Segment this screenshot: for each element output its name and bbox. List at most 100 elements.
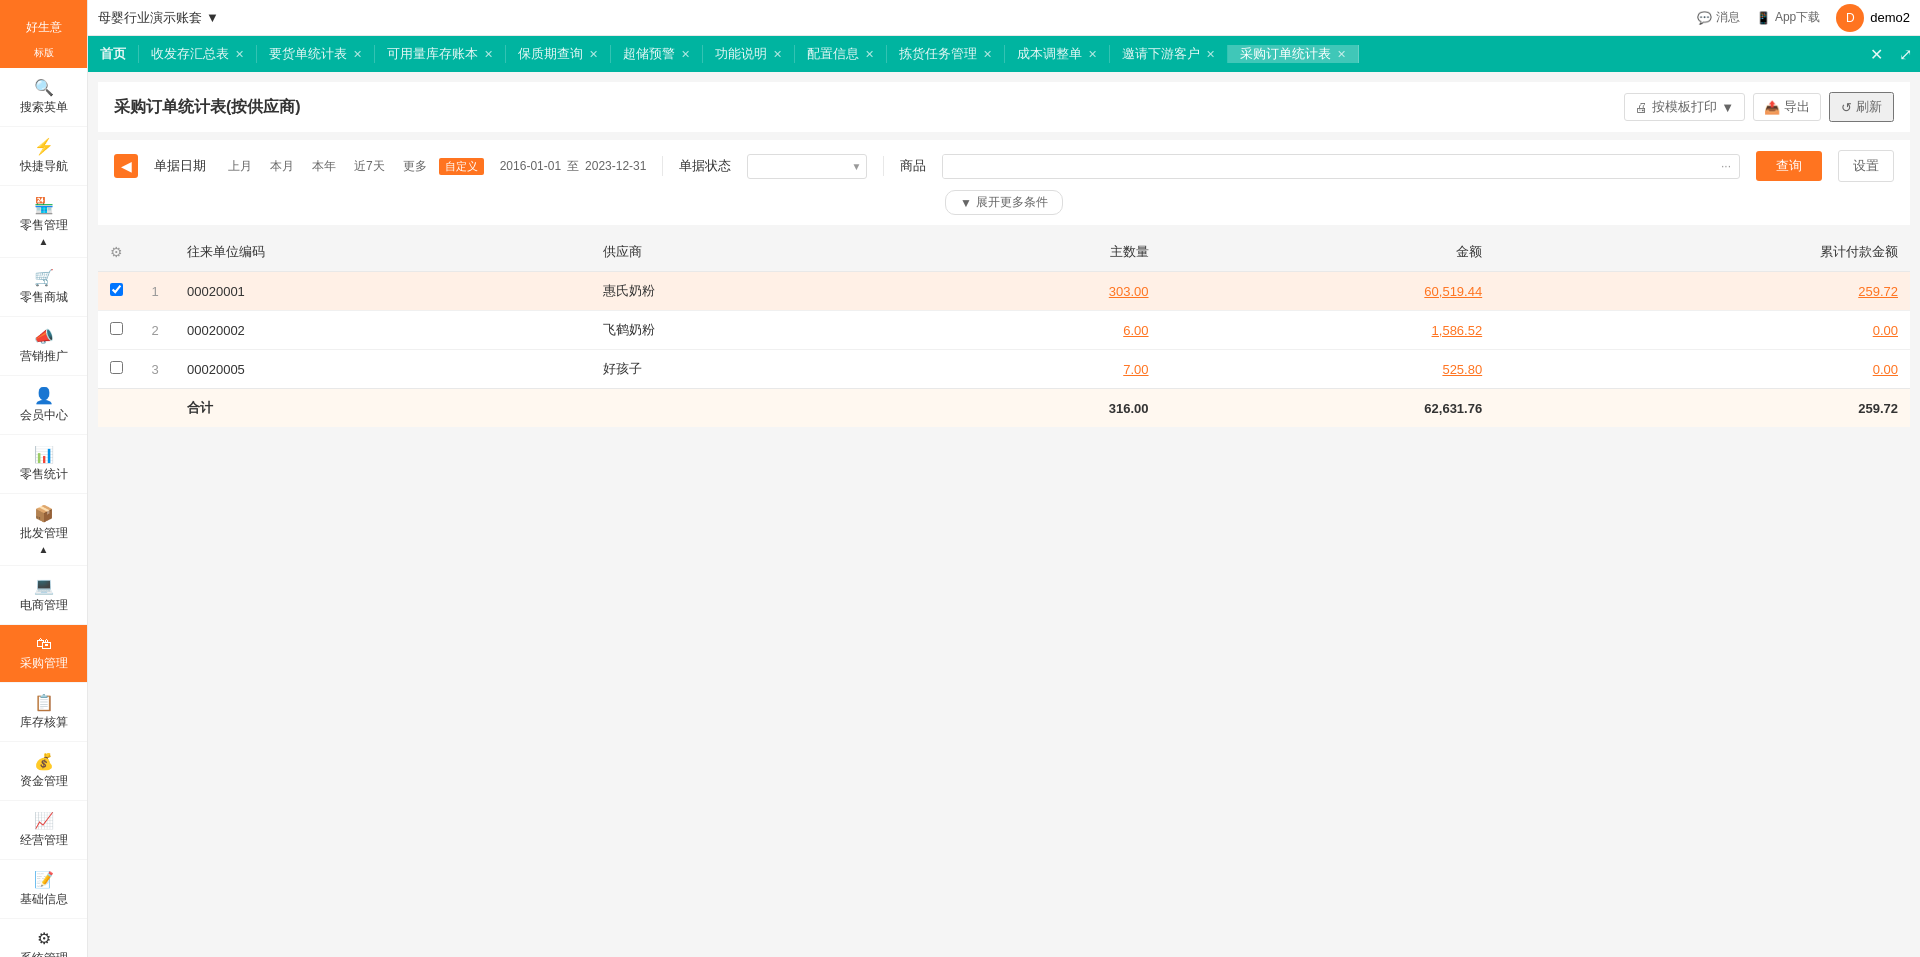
maximize-tab-button[interactable]: ⤢: [1891, 36, 1920, 72]
message-label: 消息: [1716, 9, 1740, 26]
row-main-qty-link[interactable]: 6.00: [1123, 323, 1148, 338]
sidebar-icon-member-center: 👤: [34, 386, 54, 405]
nav-tab-close-pick_task[interactable]: ✕: [983, 48, 992, 61]
message-action[interactable]: 💬 消息: [1697, 9, 1740, 26]
table-row[interactable]: 3 00020005 好孩子 7.00 525.80 0.00: [98, 350, 1910, 389]
user-menu[interactable]: D demo2: [1836, 4, 1910, 32]
shortcut-last-month[interactable]: 上月: [222, 156, 258, 177]
date-to[interactable]: 2023-12-31: [585, 159, 646, 173]
row-unit-code: 00020005: [175, 350, 591, 389]
nav-tab-label-invite_downstream: 邀请下游客户: [1122, 45, 1200, 63]
custom-date-tag[interactable]: 自定义: [439, 158, 484, 175]
sidebar-item-member-center[interactable]: 👤 会员中心: [0, 376, 87, 435]
app-logo[interactable]: 好生意 标版: [0, 0, 87, 68]
shortcut-this-month[interactable]: 本月: [264, 156, 300, 177]
nav-tab-close-warranty_query[interactable]: ✕: [589, 48, 598, 61]
row-paid-amount-link[interactable]: 0.00: [1873, 362, 1898, 377]
nav-tab-close-cost_adjust[interactable]: ✕: [1088, 48, 1097, 61]
sidebar-item-retail-mgmt[interactable]: 🏪 零售管理 ▲: [0, 186, 87, 258]
nav-tab-warranty_query[interactable]: 保质期查询 ✕: [506, 45, 611, 63]
avatar-initials: D: [1846, 11, 1855, 25]
sidebar-icon-marketing: 📣: [34, 327, 54, 346]
sidebar-item-retail-mall[interactable]: 🛒 零售商城: [0, 258, 87, 317]
table-row[interactable]: 1 00020001 惠氏奶粉 303.00 60,519.44 259.72: [98, 272, 1910, 311]
nav-tab-close-invite_downstream[interactable]: ✕: [1206, 48, 1215, 61]
sidebar-item-finance[interactable]: 💰 资金管理: [0, 742, 87, 801]
nav-tab-order_summary[interactable]: 要货单统计表 ✕: [257, 45, 375, 63]
nav-tab-overstock_warning[interactable]: 超储预警 ✕: [611, 45, 703, 63]
sidebar: 好生意 标版 🔍 搜索英单 ⚡ 快捷导航 🏪 零售管理 ▲🛒 零售商城 📣 营销…: [0, 0, 88, 957]
export-button[interactable]: 📤 导出: [1753, 93, 1821, 121]
refresh-button[interactable]: ↺ 刷新: [1829, 92, 1894, 122]
nav-tab-close-inventory_account[interactable]: ✕: [484, 48, 493, 61]
settings-button[interactable]: 设置: [1838, 150, 1894, 182]
nav-tab-close-function_desc[interactable]: ✕: [773, 48, 782, 61]
nav-tab-close-collect_send[interactable]: ✕: [235, 48, 244, 61]
query-button[interactable]: 查询: [1756, 151, 1822, 181]
nav-tab-config_info[interactable]: 配置信息 ✕: [795, 45, 887, 63]
nav-tab-close-overstock_warning[interactable]: ✕: [681, 48, 690, 61]
sidebar-arrow-wholesale-mgmt: ▲: [39, 544, 49, 555]
row-checkbox[interactable]: [98, 311, 135, 350]
sidebar-icon-purchase-mgmt: 🛍: [36, 635, 52, 653]
nav-tab-invite_downstream[interactable]: 邀请下游客户 ✕: [1110, 45, 1228, 63]
sidebar-item-search[interactable]: 🔍 搜索英单: [0, 68, 87, 127]
sidebar-label-ecommerce: 电商管理: [20, 597, 68, 614]
sidebar-item-retail-stats[interactable]: 📊 零售统计: [0, 435, 87, 494]
sidebar-item-basic-info[interactable]: 📝 基础信息: [0, 860, 87, 919]
sidebar-icon-quick-nav: ⚡: [34, 137, 54, 156]
sidebar-label-retail-mgmt: 零售管理: [20, 217, 68, 234]
row-checkbox[interactable]: [98, 272, 135, 311]
filter-toggle-button[interactable]: ◀: [114, 154, 138, 178]
nav-tab-close-config_info[interactable]: ✕: [865, 48, 874, 61]
sidebar-arrow-retail-mgmt: ▲: [39, 236, 49, 247]
row-amount-link[interactable]: 1,586.52: [1432, 323, 1483, 338]
sidebar-item-sys-mgmt[interactable]: ⚙ 系统管理: [0, 919, 87, 957]
sidebar-item-purchase-mgmt[interactable]: 🛍 采购管理: [0, 625, 87, 683]
row-amount-link[interactable]: 60,519.44: [1424, 284, 1482, 299]
table-footer-row: 合计 316.00 62,631.76 259.72: [98, 389, 1910, 428]
shortcut-this-year[interactable]: 本年: [306, 156, 342, 177]
row-paid-amount: 0.00: [1494, 311, 1910, 350]
goods-input-more-icon[interactable]: ···: [1713, 159, 1739, 173]
nav-tab-collect_send[interactable]: 收发存汇总表 ✕: [139, 45, 257, 63]
sidebar-item-ops-mgmt[interactable]: 📈 经营管理: [0, 801, 87, 860]
top-bar: 母婴行业演示账套 ▼ 💬 消息 📱 App下载 D demo2: [88, 0, 1920, 36]
nav-tab-close-purchase_summary[interactable]: ✕: [1337, 48, 1346, 61]
row-num: 3: [135, 350, 175, 389]
nav-tab-home[interactable]: 首页: [88, 45, 139, 63]
status-select[interactable]: [747, 154, 867, 179]
row-amount-link[interactable]: 525.80: [1442, 362, 1482, 377]
row-unit-code: 00020001: [175, 272, 591, 311]
nav-tab-label-function_desc: 功能说明: [715, 45, 767, 63]
sidebar-item-inventory[interactable]: 📋 库存核算: [0, 683, 87, 742]
shortcut-7-days[interactable]: 近7天: [348, 156, 391, 177]
sidebar-item-quick-nav[interactable]: ⚡ 快捷导航: [0, 127, 87, 186]
template-print-button[interactable]: 🖨 按模板打印 ▼: [1624, 93, 1745, 121]
app-download-action[interactable]: 📱 App下载: [1756, 9, 1820, 26]
nav-tab-pick_task[interactable]: 拣货任务管理 ✕: [887, 45, 1005, 63]
table-header-row: ⚙ 往来单位编码 供应商 主数量 金额 累计付款金额: [98, 233, 1910, 272]
sidebar-item-ecommerce[interactable]: 💻 电商管理: [0, 566, 87, 625]
row-paid-amount-link[interactable]: 259.72: [1858, 284, 1898, 299]
table-row[interactable]: 2 00020002 飞鹤奶粉 6.00 1,586.52 0.00: [98, 311, 1910, 350]
nav-tab-close-order_summary[interactable]: ✕: [353, 48, 362, 61]
goods-input[interactable]: [943, 155, 1713, 178]
sidebar-item-wholesale-mgmt[interactable]: 📦 批发管理 ▲: [0, 494, 87, 566]
nav-tab-purchase_summary[interactable]: 采购订单统计表 ✕: [1228, 45, 1359, 63]
expand-filter-button[interactable]: ▼ 展开更多条件: [945, 190, 1063, 215]
date-from[interactable]: 2016-01-01: [500, 159, 561, 173]
column-settings-icon[interactable]: ⚙: [110, 244, 123, 260]
row-main-qty-link[interactable]: 7.00: [1123, 362, 1148, 377]
status-select-wrapper: [747, 154, 867, 179]
nav-tab-inventory_account[interactable]: 可用量库存账本 ✕: [375, 45, 506, 63]
close-tab-button[interactable]: ✕: [1862, 36, 1891, 72]
nav-tab-function_desc[interactable]: 功能说明 ✕: [703, 45, 795, 63]
row-checkbox[interactable]: [98, 350, 135, 389]
row-paid-amount-link[interactable]: 0.00: [1873, 323, 1898, 338]
sidebar-item-marketing[interactable]: 📣 营销推广: [0, 317, 87, 376]
workspace-selector[interactable]: 母婴行业演示账套 ▼: [98, 9, 219, 27]
row-main-qty-link[interactable]: 303.00: [1109, 284, 1149, 299]
shortcut-more[interactable]: 更多: [397, 156, 433, 177]
nav-tab-cost_adjust[interactable]: 成本调整单 ✕: [1005, 45, 1110, 63]
